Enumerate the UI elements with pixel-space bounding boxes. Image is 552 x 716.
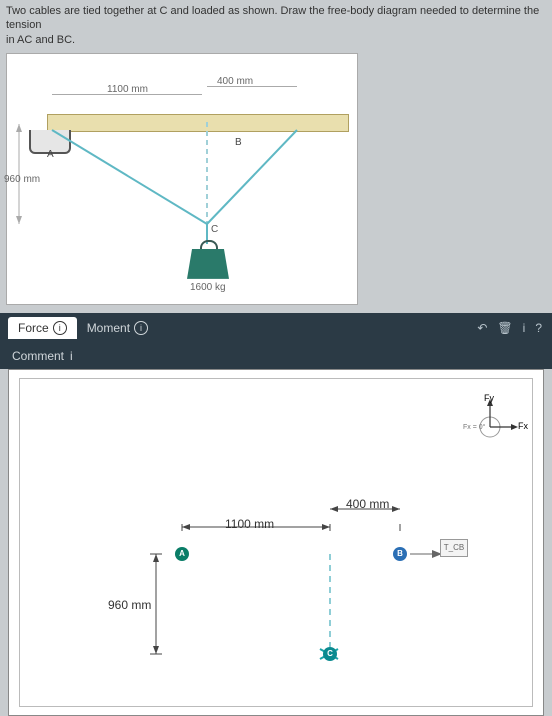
label-A: A — [47, 149, 54, 160]
info-icon[interactable]: i — [70, 349, 73, 363]
canvas-dim-400: 400 mm — [346, 497, 389, 511]
toolbar: Force i Moment i ↶ 🗑 i ? — [0, 313, 552, 343]
reference-figure: 1100 mm 400 mm A B 960 mm C 1600 kg — [6, 53, 358, 305]
comment-label: Comment — [12, 349, 64, 363]
dim-960: 960 mm — [4, 174, 40, 185]
compass-fy: Fy — [484, 393, 494, 403]
cables-svg — [7, 54, 357, 304]
weight-label: 1600 kg — [190, 282, 226, 293]
compass-fx: Fx — [518, 421, 528, 431]
dim-400: 400 mm — [217, 76, 253, 87]
node-B[interactable]: B — [393, 547, 407, 561]
weight-mass — [187, 249, 229, 279]
tab-force-label: Force — [18, 321, 49, 335]
force-compass[interactable]: Fy Fx Fx = 0° — [460, 397, 520, 447]
canvas-dim-1100: 1100 mm — [225, 517, 274, 531]
compass-origin: Fx = 0° — [463, 424, 485, 431]
undo-icon[interactable]: ↶ — [477, 321, 487, 335]
toolbar-actions: ↶ 🗑 i ? — [477, 321, 552, 335]
info-icon[interactable]: i — [53, 321, 67, 335]
tab-moment[interactable]: Moment i — [77, 317, 158, 339]
tension-label-tcb[interactable]: T_CB — [440, 539, 468, 557]
info-icon[interactable]: i — [134, 321, 148, 335]
beam — [47, 114, 349, 132]
canvas-dim-960: 960 mm — [108, 598, 151, 612]
prompt-line1: Two cables are tied together at C and lo… — [6, 5, 539, 31]
tab-moment-label: Moment — [87, 321, 130, 335]
tab-force[interactable]: Force i — [8, 317, 77, 339]
drawing-canvas[interactable]: Fy Fx Fx = 0° 1100 mm 400 mm — [19, 378, 533, 707]
dim-1100: 1100 mm — [107, 84, 148, 95]
node-A[interactable]: A — [175, 547, 189, 561]
label-C: C — [211, 224, 218, 235]
prompt-line2: in AC and BC. — [6, 34, 75, 46]
trash-icon[interactable]: 🗑 — [497, 321, 512, 335]
node-C[interactable]: C — [323, 647, 337, 661]
comment-row[interactable]: Comment i — [0, 343, 552, 369]
problem-prompt: Two cables are tied together at C and lo… — [0, 0, 552, 51]
label-B: B — [235, 137, 242, 148]
info-icon[interactable]: i — [523, 321, 526, 335]
drawing-canvas-frame: Fy Fx Fx = 0° 1100 mm 400 mm — [8, 369, 544, 716]
help-icon[interactable]: ? — [535, 321, 542, 335]
